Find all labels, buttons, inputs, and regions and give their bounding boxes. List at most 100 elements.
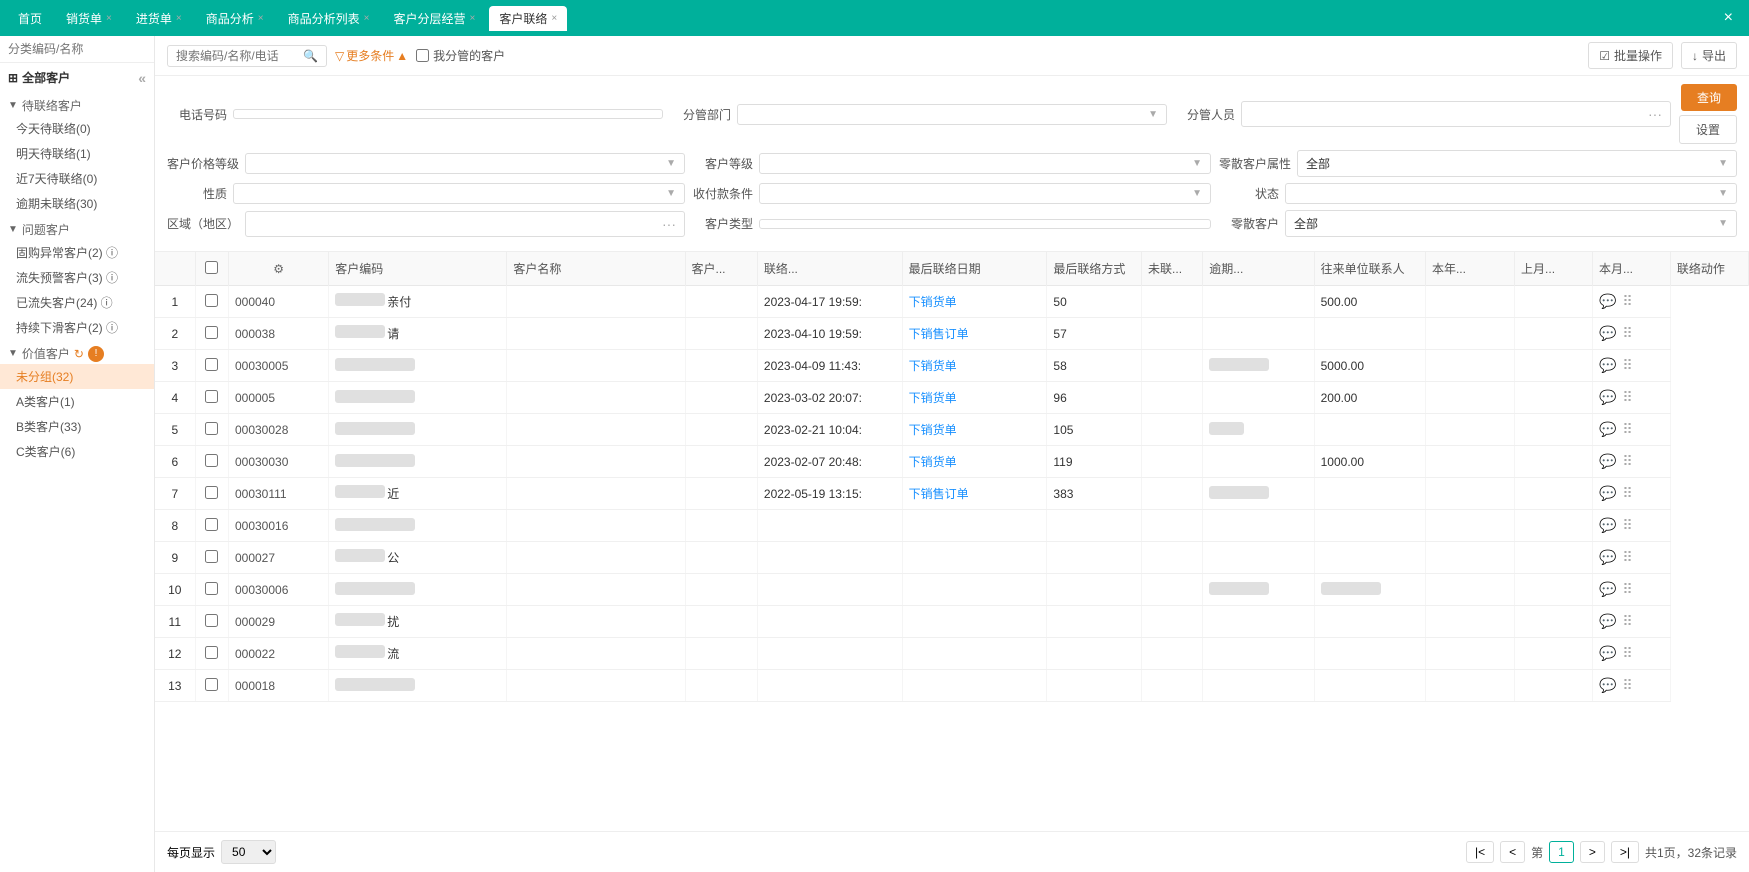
more-conditions-btn[interactable]: ▽ 更多条件 ▲ xyxy=(335,47,408,64)
row-checkbox[interactable] xyxy=(205,294,218,307)
collapse-sidebar-btn[interactable]: « xyxy=(138,70,146,86)
sidebar-item-overdue-pending[interactable]: 逾期未联络(30) xyxy=(0,191,154,216)
tab-customer-contact[interactable]: 客户联络 × xyxy=(489,6,567,31)
tab-product-analysis-list[interactable]: 商品分析列表 × xyxy=(278,6,380,31)
tab-product-analysis[interactable]: 商品分析 × xyxy=(196,6,274,31)
close-tab-purchase[interactable]: × xyxy=(176,13,182,24)
customer-type-input[interactable] xyxy=(759,219,1211,229)
chat-icon[interactable]: 💬 xyxy=(1599,293,1616,310)
menu-icon[interactable]: ⠿ xyxy=(1622,421,1632,438)
row-checkbox[interactable] xyxy=(205,390,218,403)
chat-icon[interactable]: 💬 xyxy=(1599,421,1616,438)
last-method-link[interactable]: 下销货单 xyxy=(909,359,957,373)
cell-check[interactable] xyxy=(195,542,228,574)
chat-icon[interactable]: 💬 xyxy=(1599,485,1616,502)
cell-check[interactable] xyxy=(195,638,228,670)
gender-input[interactable]: ▼ xyxy=(233,183,685,204)
sidebar-item-today-pending[interactable]: 今天待联络(0) xyxy=(0,116,154,141)
tab-home[interactable]: 首页 xyxy=(8,6,52,31)
cell-check[interactable] xyxy=(195,318,228,350)
sidebar-search-input[interactable] xyxy=(8,42,155,56)
last-method-link[interactable]: 下销货单 xyxy=(909,455,957,469)
export-btn[interactable]: ↓ 导出 xyxy=(1681,42,1737,69)
reset-button[interactable]: 设置 xyxy=(1679,115,1737,144)
select-all-checkbox[interactable] xyxy=(205,261,218,274)
cell-check[interactable] xyxy=(195,606,228,638)
customer-level-input[interactable]: ▼ xyxy=(759,153,1211,174)
cell-check[interactable] xyxy=(195,510,228,542)
last-method-link[interactable]: 下销货单 xyxy=(909,295,957,309)
menu-icon[interactable]: ⠿ xyxy=(1622,613,1632,630)
next-page-btn[interactable]: > xyxy=(1580,841,1605,863)
menu-icon[interactable]: ⠿ xyxy=(1622,485,1632,502)
search-input[interactable] xyxy=(176,49,299,63)
col-header-check[interactable] xyxy=(195,252,228,286)
sidebar-item-tomorrow-pending[interactable]: 明天待联络(1) xyxy=(0,141,154,166)
chat-icon[interactable]: 💬 xyxy=(1599,581,1616,598)
value-expand-icon[interactable] xyxy=(8,348,18,359)
menu-icon[interactable]: ⠿ xyxy=(1622,357,1632,374)
per-page-select[interactable]: 50 100 200 xyxy=(221,840,276,864)
tab-customer-seg[interactable]: 客户分层经营 × xyxy=(383,6,485,31)
cell-check[interactable] xyxy=(195,382,228,414)
refresh-icon[interactable]: ↻ xyxy=(74,347,84,361)
chat-icon[interactable]: 💬 xyxy=(1599,677,1616,694)
chat-icon[interactable]: 💬 xyxy=(1599,357,1616,374)
col-header-gear[interactable]: ⚙ xyxy=(228,252,328,286)
sidebar-item-churned[interactable]: 已流失客户(24) ⓘ xyxy=(0,290,154,315)
dept-input[interactable]: ▼ xyxy=(737,104,1167,125)
sidebar-item-abnormal[interactable]: 固购异常客户(2) ⓘ xyxy=(0,240,154,265)
chat-icon[interactable]: 💬 xyxy=(1599,453,1616,470)
menu-icon[interactable]: ⠿ xyxy=(1622,389,1632,406)
close-tab-product-analysis[interactable]: × xyxy=(258,13,264,24)
cell-check[interactable] xyxy=(195,478,228,510)
row-checkbox[interactable] xyxy=(205,646,218,659)
tab-purchase[interactable]: 进货单 × xyxy=(126,6,192,31)
sidebar-item-class-a[interactable]: A类客户(1) xyxy=(0,389,154,414)
my-customers-checkbox[interactable] xyxy=(416,49,429,62)
sidebar-item-ungroup[interactable]: 未分组(32) xyxy=(0,364,154,389)
first-page-btn[interactable]: |< xyxy=(1466,841,1494,863)
row-checkbox[interactable] xyxy=(205,518,218,531)
search-box[interactable]: 🔍 xyxy=(167,45,327,67)
price-level-input[interactable]: ▼ xyxy=(245,153,685,174)
cell-check[interactable] xyxy=(195,350,228,382)
search-icon[interactable]: 🔍 xyxy=(303,49,318,63)
phone-input[interactable] xyxy=(233,109,663,119)
row-checkbox[interactable] xyxy=(205,358,218,371)
last-page-btn[interactable]: >| xyxy=(1611,841,1639,863)
last-method-link[interactable]: 下销售订单 xyxy=(909,327,969,341)
row-checkbox[interactable] xyxy=(205,582,218,595)
sidebar-item-class-c[interactable]: C类客户(6) xyxy=(0,439,154,464)
menu-icon[interactable]: ⠿ xyxy=(1622,645,1632,662)
sidebar-item-class-b[interactable]: B类客户(33) xyxy=(0,414,154,439)
row-checkbox[interactable] xyxy=(205,550,218,563)
prev-page-btn[interactable]: < xyxy=(1500,841,1525,863)
last-method-link[interactable]: 下销货单 xyxy=(909,391,957,405)
status-input[interactable]: ▼ xyxy=(1285,183,1737,204)
row-checkbox[interactable] xyxy=(205,678,218,691)
cell-check[interactable] xyxy=(195,670,228,702)
cell-check[interactable] xyxy=(195,446,228,478)
my-customers-filter[interactable]: 我分管的客户 xyxy=(416,47,505,64)
row-checkbox[interactable] xyxy=(205,614,218,627)
last-method-link[interactable]: 下销货单 xyxy=(909,423,957,437)
last-method-link[interactable]: 下销售订单 xyxy=(909,487,969,501)
row-checkbox[interactable] xyxy=(205,486,218,499)
close-tab-customer-seg[interactable]: × xyxy=(469,13,475,24)
tab-sales[interactable]: 销货单 × xyxy=(56,6,122,31)
menu-icon[interactable]: ⠿ xyxy=(1622,325,1632,342)
cell-check[interactable] xyxy=(195,574,228,606)
chat-icon[interactable]: 💬 xyxy=(1599,549,1616,566)
menu-icon[interactable]: ⠿ xyxy=(1622,453,1632,470)
problem-expand-icon[interactable] xyxy=(8,224,18,235)
menu-icon[interactable]: ⠿ xyxy=(1622,549,1632,566)
row-checkbox[interactable] xyxy=(205,422,218,435)
sidebar-item-churn-warning[interactable]: 流失预警客户(3) ⓘ xyxy=(0,265,154,290)
menu-icon[interactable]: ⠿ xyxy=(1622,517,1632,534)
region-input[interactable]: ··· xyxy=(245,211,685,237)
menu-icon[interactable]: ⠿ xyxy=(1622,293,1632,310)
chat-icon[interactable]: 💬 xyxy=(1599,517,1616,534)
sidebar-item-declining[interactable]: 持续下滑客户(2) ⓘ xyxy=(0,315,154,340)
payment-input[interactable]: ▼ xyxy=(759,183,1211,204)
